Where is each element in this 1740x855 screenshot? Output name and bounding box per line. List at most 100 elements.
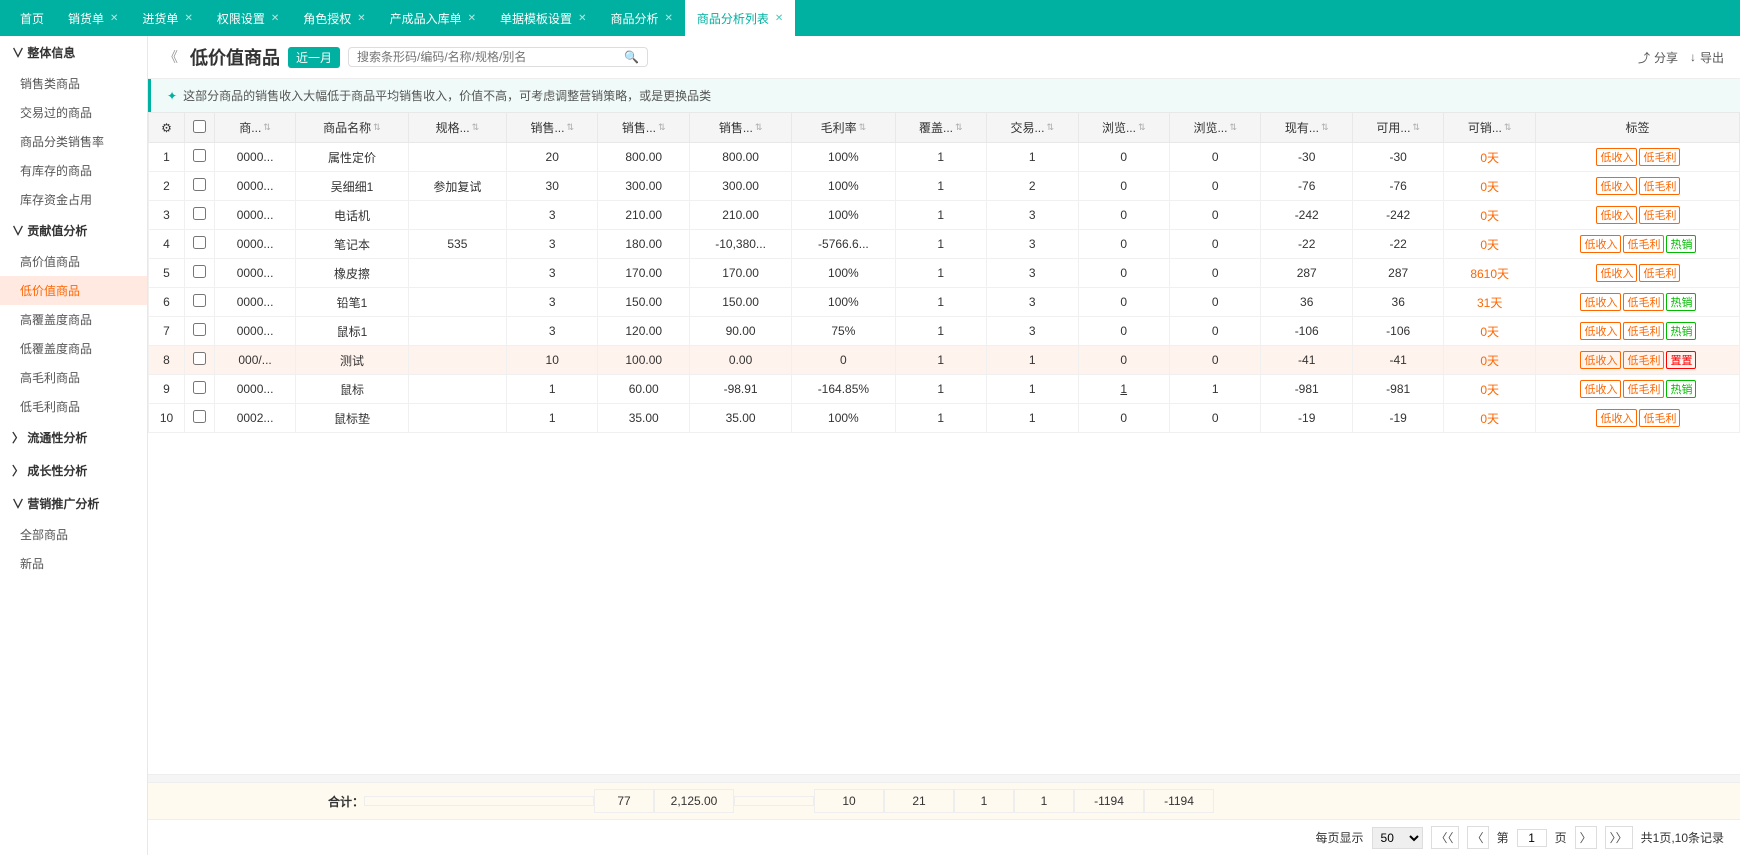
nav-template[interactable]: 单据模板设置 ✕ bbox=[488, 0, 598, 36]
sidebar-item-traded-goods[interactable]: 交易过的商品 bbox=[0, 98, 147, 127]
nav-role-auth[interactable]: 角色授权 ✕ bbox=[291, 0, 377, 36]
row-checkbox[interactable] bbox=[193, 323, 206, 336]
col-checkbox[interactable] bbox=[185, 113, 215, 143]
select-all-checkbox[interactable] bbox=[193, 120, 206, 133]
close-icon[interactable]: ✕ bbox=[578, 13, 586, 24]
last-page-btn[interactable]: 〉〉 bbox=[1605, 826, 1633, 849]
col-saleable[interactable]: 可销...⇅ bbox=[1444, 113, 1535, 143]
sidebar-item-stock-goods[interactable]: 有库存的商品 bbox=[0, 156, 147, 185]
col-stock[interactable]: 现有...⇅ bbox=[1261, 113, 1352, 143]
cell-checkbox[interactable] bbox=[185, 404, 215, 433]
prev-page-btn[interactable]: 〈 bbox=[1467, 826, 1489, 849]
nav-product-analysis-list[interactable]: 商品分析列表 ✕ bbox=[685, 0, 795, 36]
cell-checkbox[interactable] bbox=[185, 259, 215, 288]
search-input[interactable] bbox=[357, 50, 620, 64]
col-code[interactable]: 商...⇅ bbox=[215, 113, 296, 143]
col-name[interactable]: 商品名称⇅ bbox=[296, 113, 409, 143]
col-spec[interactable]: 规格...⇅ bbox=[408, 113, 506, 143]
cell-checkbox[interactable] bbox=[185, 317, 215, 346]
sidebar-group-overall[interactable]: ∨ 整体信息 bbox=[0, 36, 147, 69]
row-checkbox[interactable] bbox=[193, 352, 206, 365]
sidebar-collapse-btn[interactable]: 《 bbox=[164, 47, 178, 67]
cell-tags: 低收入低毛利 bbox=[1535, 172, 1739, 201]
row-checkbox[interactable] bbox=[193, 410, 206, 423]
close-icon[interactable]: ✕ bbox=[110, 13, 118, 24]
row-checkbox[interactable] bbox=[193, 207, 206, 220]
col-trade[interactable]: 交易...⇅ bbox=[987, 113, 1078, 143]
close-icon[interactable]: ✕ bbox=[184, 13, 192, 24]
nav-permissions[interactable]: 权限设置 ✕ bbox=[205, 0, 291, 36]
sidebar-group-contribution[interactable]: ∨ 贡献值分析 bbox=[0, 214, 147, 247]
col-gross-rate[interactable]: 毛利率⇅ bbox=[792, 113, 895, 143]
search-box[interactable]: 🔍 bbox=[348, 47, 648, 67]
col-settings[interactable]: ⚙ bbox=[149, 113, 185, 143]
sidebar-item-new-goods[interactable]: 新品 bbox=[0, 549, 147, 578]
time-tab-btn[interactable]: 近一月 bbox=[288, 47, 340, 68]
cell-checkbox[interactable] bbox=[185, 143, 215, 172]
col-view2[interactable]: 浏览...⇅ bbox=[1169, 113, 1260, 143]
export-button[interactable]: ↓ 导出 bbox=[1690, 49, 1724, 66]
row-checkbox[interactable] bbox=[193, 381, 206, 394]
total-cell-stock: -1194 bbox=[1074, 789, 1144, 813]
sidebar-group-marketing[interactable]: ∨ 营销推广分析 bbox=[0, 487, 147, 520]
cell-saleable: 0天 bbox=[1444, 143, 1535, 172]
tag-label: 低收入 bbox=[1596, 177, 1637, 195]
sidebar-item-low-value[interactable]: 低价值商品 bbox=[0, 276, 147, 305]
sidebar-group-growth[interactable]: 〉 成长性分析 bbox=[0, 454, 147, 487]
tag-label: 低毛利 bbox=[1623, 293, 1664, 311]
sidebar-item-low-profit[interactable]: 低毛利商品 bbox=[0, 392, 147, 421]
cell-checkbox[interactable] bbox=[185, 375, 215, 404]
cell-view1: 0 bbox=[1078, 143, 1169, 172]
cell-idx: 2 bbox=[149, 172, 185, 201]
search-icon[interactable]: 🔍 bbox=[624, 50, 639, 64]
row-checkbox[interactable] bbox=[193, 178, 206, 191]
notice-bar: ✦ 这部分商品的销售收入大幅低于商品平均销售收入，价值不高，可考虑调整营销策略，… bbox=[148, 79, 1740, 112]
sidebar-item-high-value[interactable]: 高价值商品 bbox=[0, 247, 147, 276]
row-checkbox[interactable] bbox=[193, 294, 206, 307]
sidebar-group-circulation[interactable]: 〉 流通性分析 bbox=[0, 421, 147, 454]
cell-checkbox[interactable] bbox=[185, 288, 215, 317]
cell-view1[interactable]: 1 bbox=[1078, 375, 1169, 404]
col-available[interactable]: 可用...⇅ bbox=[1352, 113, 1443, 143]
col-sale-qty[interactable]: 销售...⇅ bbox=[506, 113, 597, 143]
cell-checkbox[interactable] bbox=[185, 172, 215, 201]
row-checkbox[interactable] bbox=[193, 265, 206, 278]
share-button[interactable]: ⤴ 分享 bbox=[1638, 49, 1678, 66]
cell-checkbox[interactable] bbox=[185, 230, 215, 259]
page-input[interactable] bbox=[1517, 829, 1547, 847]
col-sale-cost[interactable]: 销售...⇅ bbox=[689, 113, 791, 143]
close-icon[interactable]: ✕ bbox=[357, 13, 365, 24]
nav-product-analysis[interactable]: 商品分析 ✕ bbox=[598, 0, 684, 36]
sidebar-item-high-coverage[interactable]: 高覆盖度商品 bbox=[0, 305, 147, 334]
sidebar-item-high-profit[interactable]: 高毛利商品 bbox=[0, 363, 147, 392]
close-icon[interactable]: ✕ bbox=[775, 13, 783, 24]
close-icon[interactable]: ✕ bbox=[664, 13, 672, 24]
col-coverage[interactable]: 覆盖...⇅ bbox=[895, 113, 986, 143]
close-icon[interactable]: ✕ bbox=[468, 13, 476, 24]
table-scrollbar[interactable] bbox=[148, 774, 1740, 782]
nav-warehouse[interactable]: 产成品入库单 ✕ bbox=[378, 0, 488, 36]
sidebar-item-sales-goods[interactable]: 销售类商品 bbox=[0, 69, 147, 98]
tag-label: 低收入 bbox=[1580, 351, 1621, 369]
nav-sales-order[interactable]: 销货单 ✕ bbox=[56, 0, 130, 36]
cell-checkbox[interactable] bbox=[185, 201, 215, 230]
nav-home[interactable]: 首页 bbox=[8, 0, 56, 36]
cell-trade: 3 bbox=[987, 201, 1078, 230]
close-icon[interactable]: ✕ bbox=[271, 13, 279, 24]
next-page-btn[interactable]: 〉 bbox=[1575, 826, 1597, 849]
first-page-btn[interactable]: 〈〈 bbox=[1431, 826, 1459, 849]
sidebar-item-category-rate[interactable]: 商品分类销售率 bbox=[0, 127, 147, 156]
sidebar-item-stock-fund[interactable]: 库存资金占用 bbox=[0, 185, 147, 214]
tag-label: 低毛利 bbox=[1639, 177, 1680, 195]
row-checkbox[interactable] bbox=[193, 236, 206, 249]
col-view1[interactable]: 浏览...⇅ bbox=[1078, 113, 1169, 143]
page-size-select[interactable]: 50 100 bbox=[1372, 827, 1423, 849]
col-sale-amount[interactable]: 销售...⇅ bbox=[598, 113, 689, 143]
sidebar-item-all-goods[interactable]: 全部商品 bbox=[0, 520, 147, 549]
sidebar-item-low-coverage[interactable]: 低覆盖度商品 bbox=[0, 334, 147, 363]
row-checkbox[interactable] bbox=[193, 149, 206, 162]
tag-label: 低收入 bbox=[1580, 293, 1621, 311]
nav-purchase[interactable]: 进货单 ✕ bbox=[130, 0, 204, 36]
cell-available: -76 bbox=[1352, 172, 1443, 201]
cell-checkbox[interactable] bbox=[185, 346, 215, 375]
